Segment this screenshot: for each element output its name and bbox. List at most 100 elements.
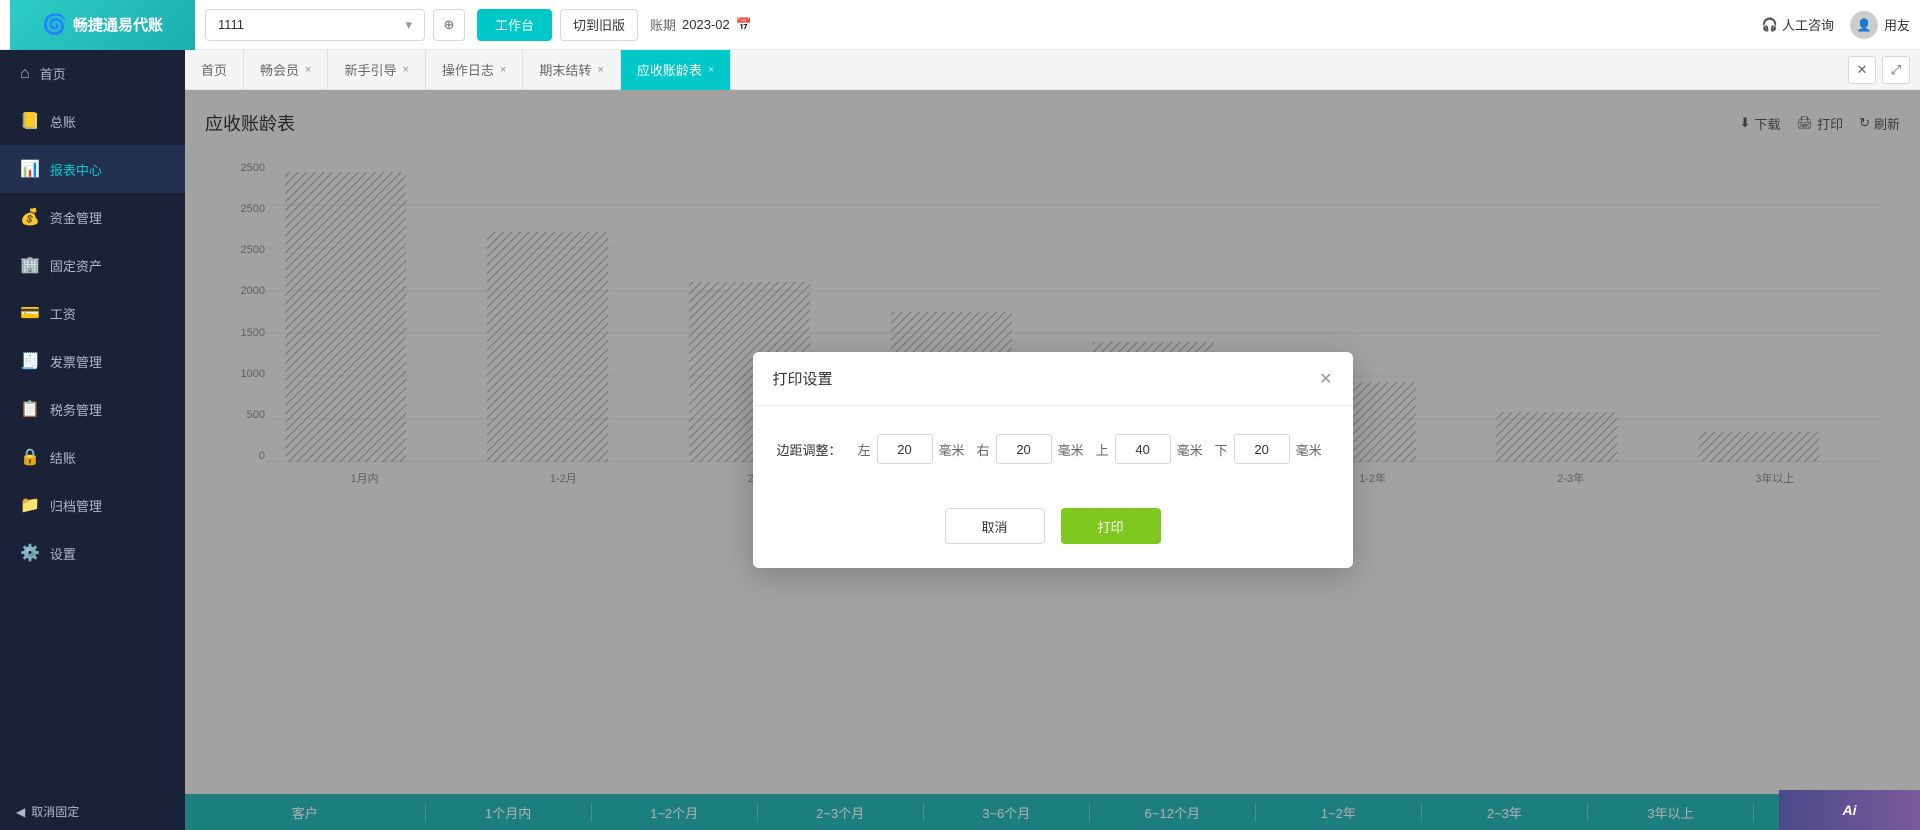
cancel-button[interactable]: 取消 [945, 508, 1045, 544]
sidebar-icon-invoice: 🧾 [20, 351, 40, 371]
sidebar-item-reports[interactable]: 📊 报表中心 [0, 145, 185, 193]
calendar-icon[interactable]: 📅 [736, 17, 752, 33]
modal-body: 边距调整： 左 毫米 右 毫米 [753, 406, 1353, 492]
consult-area[interactable]: 🎧 人工咨询 [1762, 15, 1834, 34]
tab-label-period-end: 期末结转 [539, 60, 591, 79]
sidebar-collapse-button[interactable]: ◀ 取消固定 [0, 793, 185, 830]
sidebar: ⌂ 首页 📒总账 📊 报表中心 💰 资金管理 🏢 固定资产 💳 工资 🧾 发票管理 📋 税务管理 🔒结账 📁 归档… [0, 50, 185, 830]
copy-icon: ⊕ [444, 17, 455, 33]
avatar: 👤 [1850, 11, 1878, 39]
sidebar-label-settings: 设置 [50, 544, 76, 563]
modal-footer: 取消 打印 [753, 492, 1353, 568]
user-name: 用友 [1884, 15, 1910, 34]
sidebar-item-assets[interactable]: 🏢 固定资产 [0, 241, 185, 289]
sidebar-icon-tax: 📋 [20, 399, 40, 419]
left-unit-label: 毫米 [939, 440, 965, 459]
sidebar-icon-reports: 📊 [20, 159, 40, 179]
chevron-down-icon: ▾ [405, 17, 412, 33]
period-label: 账期 [650, 15, 676, 34]
modal-title: 打印设置 [773, 368, 833, 389]
workbench-button[interactable]: 工作台 [477, 9, 552, 41]
tab-label-aging: 应收账龄表 [637, 60, 702, 79]
bottom-unit-label: 毫米 [1296, 440, 1322, 459]
period-area: 账期 2023-02 📅 [650, 15, 752, 34]
top-margin-input[interactable] [1115, 434, 1171, 464]
margin-label: 边距调整： [777, 440, 842, 459]
sidebar-icon-funds: 💰 [20, 207, 40, 227]
consult-label: 人工咨询 [1782, 15, 1834, 34]
sidebar-icon-assets: 🏢 [20, 255, 40, 275]
sidebar-item-funds[interactable]: 💰 资金管理 [0, 193, 185, 241]
tab-home[interactable]: 首页 [185, 50, 244, 90]
ai-label: Ai [1843, 802, 1857, 818]
modal-close-button[interactable]: ✕ [1319, 369, 1332, 389]
modal-header: 打印设置 ✕ [753, 352, 1353, 406]
maximize-tab-button[interactable]: ⤢ [1882, 56, 1910, 84]
sidebar-label-salary: 工资 [50, 304, 76, 323]
sidebar-icon-ledger: 📒 [20, 111, 40, 131]
sidebar-bottom-label: 取消固定 [31, 803, 79, 820]
logo-text: 畅捷通易代账 [73, 14, 163, 35]
tab-close-guide[interactable]: × [402, 64, 408, 76]
right-margin-group: 右 毫米 [977, 434, 1084, 464]
copy-button[interactable]: ⊕ [433, 9, 465, 41]
sidebar-icon-home: ⌂ [20, 65, 30, 83]
confirm-print-button[interactable]: 打印 [1061, 508, 1161, 544]
right-unit-label: 毫米 [1058, 440, 1084, 459]
sidebar-label-funds: 资金管理 [50, 208, 102, 227]
sidebar-item-tax[interactable]: 📋 税务管理 [0, 385, 185, 433]
sidebar-label-close: 结账 [50, 448, 76, 467]
sidebar-icon-settings: ⚙️ [20, 543, 40, 563]
sidebar-item-settings[interactable]: ⚙️ 设置 [0, 529, 185, 577]
left-direction-label: 左 [858, 440, 871, 459]
tab-label-guide: 新手引导 [344, 60, 396, 79]
tab-period-end[interactable]: 期末结转 × [523, 50, 620, 90]
ai-badge[interactable]: Ai [1779, 790, 1920, 830]
sidebar-item-archive[interactable]: 📁 归档管理 [0, 481, 185, 529]
sidebar-icon-salary: 💳 [20, 303, 40, 323]
tab-label-home: 首页 [201, 60, 227, 79]
headset-icon: 🎧 [1762, 17, 1778, 33]
tab-member[interactable]: 畅会员× [244, 50, 328, 90]
sidebar-label-invoice: 发票管理 [50, 352, 102, 371]
sidebar-label-assets: 固定资产 [50, 256, 102, 275]
sidebar-label-archive: 归档管理 [50, 496, 102, 515]
sidebar-item-home[interactable]: ⌂ 首页 [0, 50, 185, 97]
tab-close-member[interactable]: × [305, 64, 311, 76]
bottom-margin-input[interactable] [1234, 434, 1290, 464]
tab-actions: ✕ ⤢ [1838, 56, 1920, 84]
collapse-icon: ◀ [16, 805, 25, 819]
sidebar-item-close[interactable]: 🔒结账 [0, 433, 185, 481]
user-area[interactable]: 👤 用友 [1850, 11, 1910, 39]
period-value: 2023-02 [682, 17, 730, 32]
print-settings-dialog: 打印设置 ✕ 边距调整： 左 毫米 右 [753, 352, 1353, 568]
bottom-margin-group: 下 毫米 [1215, 434, 1322, 464]
modal-overlay: 打印设置 ✕ 边距调整： 左 毫米 右 [185, 90, 1920, 830]
sidebar-item-ledger[interactable]: 📒总账 [0, 97, 185, 145]
tab-guide[interactable]: 新手引导 × [328, 50, 425, 90]
tab-bar: 首页畅会员×新手引导×操作日志×期末结转×应收账龄表× ✕ ⤢ [185, 50, 1920, 90]
top-unit-label: 毫米 [1177, 440, 1203, 459]
company-selector[interactable]: 1111 ▾ [205, 9, 425, 41]
top-direction-label: 上 [1096, 440, 1109, 459]
sidebar-item-salary[interactable]: 💳 工资 [0, 289, 185, 337]
sidebar-label-tax: 税务管理 [50, 400, 102, 419]
tab-close-period-end[interactable]: × [597, 64, 603, 76]
logo: 🌀 畅捷通易代账 [10, 0, 195, 50]
bottom-direction-label: 下 [1215, 440, 1228, 459]
left-margin-input[interactable] [877, 434, 933, 464]
right-direction-label: 右 [977, 440, 990, 459]
sidebar-item-invoice[interactable]: 🧾 发票管理 [0, 337, 185, 385]
right-margin-input[interactable] [996, 434, 1052, 464]
sidebar-label-reports: 报表中心 [50, 160, 102, 179]
left-margin-group: 左 毫米 [858, 434, 965, 464]
tab-close-aging[interactable]: × [708, 64, 714, 76]
tab-close-oplog[interactable]: × [500, 64, 506, 76]
sidebar-icon-archive: 📁 [20, 495, 40, 515]
tab-aging[interactable]: 应收账龄表 × [621, 50, 731, 90]
logo-icon: 🌀 [42, 12, 67, 37]
switch-version-button[interactable]: 切到旧版 [560, 9, 638, 41]
tab-oplog[interactable]: 操作日志× [426, 50, 523, 90]
sidebar-label-home: 首页 [40, 64, 66, 83]
close-tab-button[interactable]: ✕ [1848, 56, 1876, 84]
